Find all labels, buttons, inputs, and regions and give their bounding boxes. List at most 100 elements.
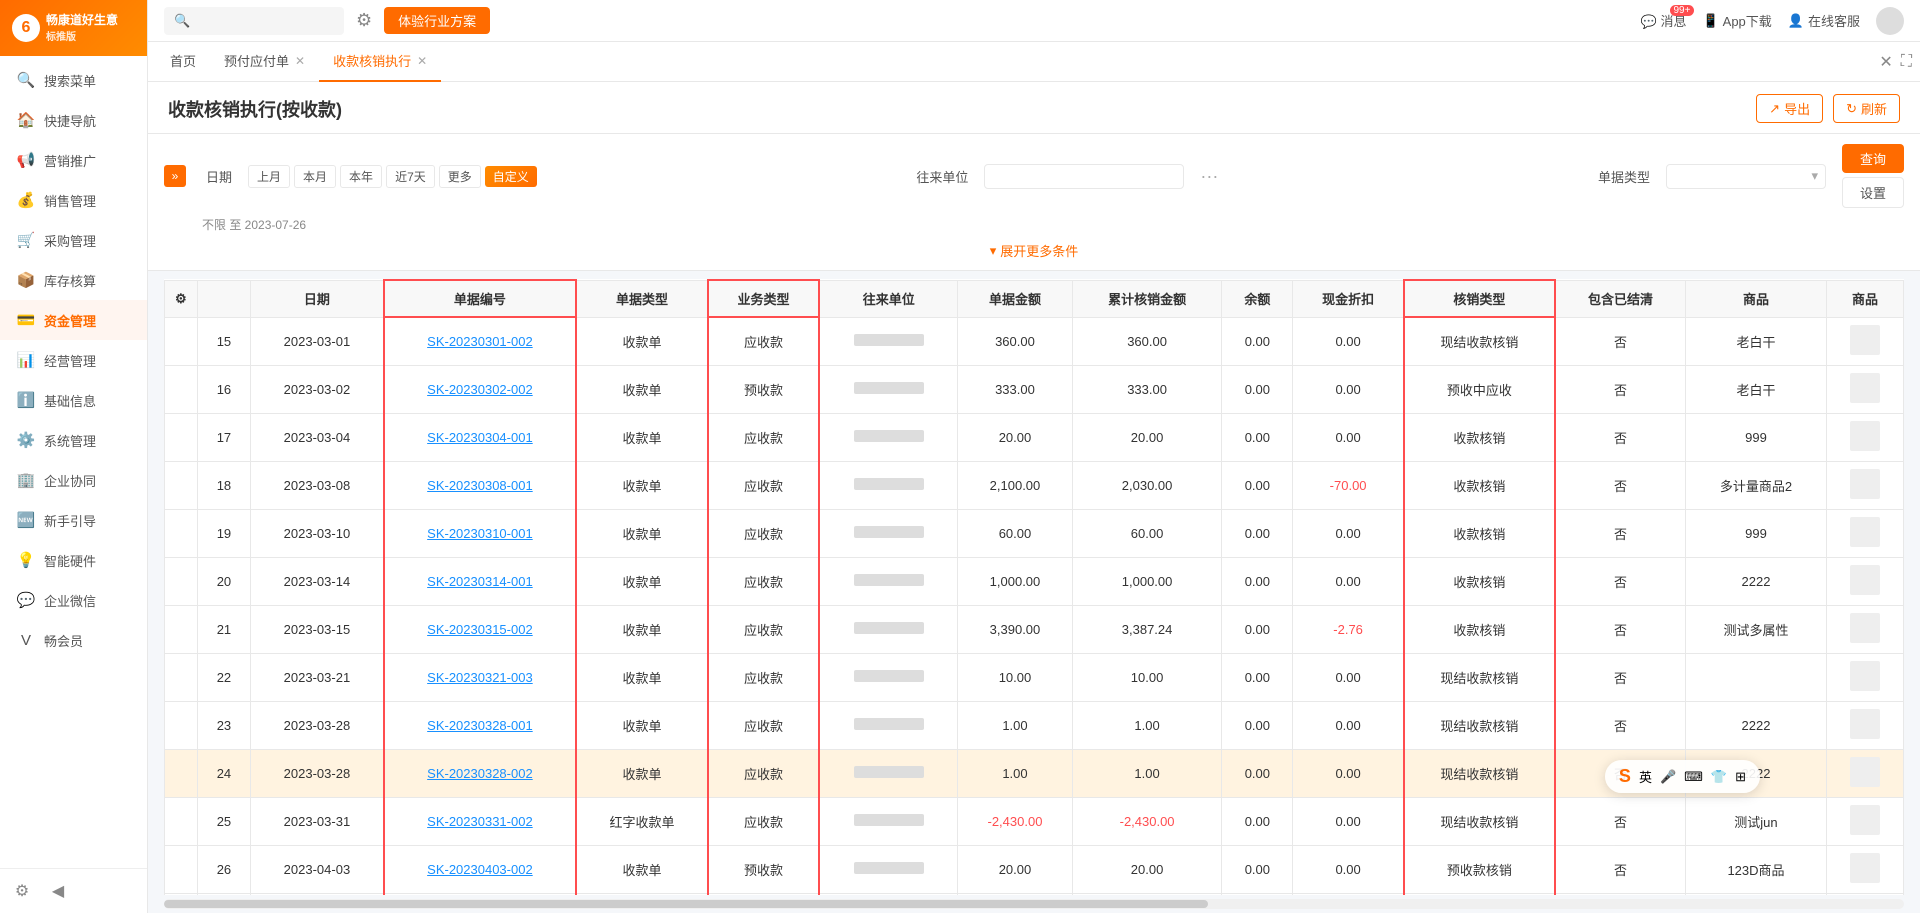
customer-service-btn[interactable]: 👤 在线客服 bbox=[1788, 11, 1860, 30]
th-balance: 余额 bbox=[1222, 280, 1293, 317]
sidebar-item-operation[interactable]: 📊经营管理 bbox=[0, 340, 147, 380]
collapse-icon[interactable]: ◀ bbox=[44, 877, 72, 905]
sidebar-item-inventory[interactable]: 📦库存核算 bbox=[0, 260, 147, 300]
voucher-type-select-wrap bbox=[1666, 164, 1826, 189]
filter-expand-icon[interactable]: » bbox=[164, 165, 186, 187]
cell-biz-type: 应收款 bbox=[708, 653, 820, 701]
voucher-link[interactable]: SK-20230321-003 bbox=[427, 670, 533, 685]
wm-shirt-icon[interactable]: 👕 bbox=[1711, 769, 1727, 785]
wm-text: 英 bbox=[1639, 767, 1652, 786]
date-more[interactable]: 更多 bbox=[439, 165, 481, 188]
table-scrollbar-thumb[interactable] bbox=[164, 900, 1208, 908]
cell-include-settled: 否 bbox=[1555, 797, 1686, 845]
cell-amount: 3,390.00 bbox=[958, 605, 1073, 653]
settings-button[interactable]: 设置 bbox=[1842, 177, 1904, 208]
sidebar-item-member[interactable]: V畅会员 bbox=[0, 620, 147, 660]
cell-settings bbox=[165, 557, 198, 605]
cell-row-num: 22 bbox=[197, 653, 251, 701]
tab-home[interactable]: 首页 bbox=[156, 42, 210, 82]
cell-settings bbox=[165, 797, 198, 845]
sidebar-label-sales: 销售管理 bbox=[44, 191, 96, 210]
wm-mic-icon[interactable]: 🎤 bbox=[1660, 769, 1676, 785]
solution-button[interactable]: 体验行业方案 bbox=[384, 7, 490, 34]
sidebar-item-quicknav[interactable]: 🏠快捷导航 bbox=[0, 100, 147, 140]
cell-partner bbox=[819, 797, 957, 845]
voucher-link[interactable]: SK-20230310-001 bbox=[427, 526, 533, 541]
date-this-year[interactable]: 本年 bbox=[340, 165, 382, 188]
sidebar-nav: 🔍搜索菜单🏠快捷导航📢营销推广💰销售管理🛒采购管理📦库存核算💳资金管理📊经营管理… bbox=[0, 56, 147, 868]
cell-partner bbox=[819, 749, 957, 797]
voucher-type-select[interactable] bbox=[1666, 164, 1826, 189]
table-area[interactable]: ⚙ 日期 单据编号 单据类型 业务类型 往来单位 单据金额 累计核销金额 余额 … bbox=[148, 271, 1920, 895]
sidebar-item-marketing[interactable]: 📢营销推广 bbox=[0, 140, 147, 180]
voucher-link[interactable]: SK-20230328-002 bbox=[427, 766, 533, 781]
sidebar-item-basic[interactable]: ℹ️基础信息 bbox=[0, 380, 147, 420]
partner-input[interactable] bbox=[984, 164, 1184, 189]
cell-cancel-type: 现结收款核销 bbox=[1404, 749, 1555, 797]
voucher-link[interactable]: SK-20230302-002 bbox=[427, 382, 533, 397]
settings-icon[interactable]: ⚙ bbox=[356, 10, 372, 31]
table-scrollbar[interactable] bbox=[164, 899, 1904, 909]
wm-grid-icon[interactable]: ⊞ bbox=[1735, 769, 1746, 785]
cell-date: 2023-03-14 bbox=[251, 557, 384, 605]
cell-product: 2222 bbox=[1686, 701, 1827, 749]
voucher-link[interactable]: SK-20230328-001 bbox=[427, 718, 533, 733]
cell-voucher-no: SK-20230403-002 bbox=[384, 845, 577, 893]
sidebar-item-search[interactable]: 🔍搜索菜单 bbox=[0, 60, 147, 100]
voucher-link[interactable]: SK-20230304-001 bbox=[427, 430, 533, 445]
voucher-link[interactable]: SK-20230314-001 bbox=[427, 574, 533, 589]
logo-name: 畅康道好生意 bbox=[46, 13, 118, 29]
tab-close-btn[interactable]: ✕ bbox=[1879, 52, 1892, 72]
query-button[interactable]: 查询 bbox=[1842, 144, 1904, 173]
voucher-link[interactable]: SK-20230308-001 bbox=[427, 478, 533, 493]
avatar[interactable] bbox=[1876, 7, 1904, 35]
voucher-link[interactable]: SK-20230301-002 bbox=[427, 334, 533, 349]
notification[interactable]: 💬 消息 99+ bbox=[1641, 11, 1687, 30]
expand-conditions-btn[interactable]: ▾ 展开更多条件 bbox=[990, 241, 1079, 260]
date-last-month[interactable]: 上月 bbox=[248, 165, 290, 188]
th-settings[interactable]: ⚙ bbox=[165, 280, 198, 317]
date-7days[interactable]: 近7天 bbox=[386, 165, 435, 188]
cell-settings bbox=[165, 701, 198, 749]
app-download-btn[interactable]: 📱 App下载 bbox=[1702, 11, 1771, 30]
refresh-button[interactable]: ↻ 刷新 bbox=[1833, 94, 1900, 123]
date-this-month[interactable]: 本月 bbox=[294, 165, 336, 188]
sidebar-item-finance[interactable]: 💳资金管理 bbox=[0, 300, 147, 340]
cell-voucher-type: 收款单 bbox=[576, 605, 707, 653]
refresh-icon: ↻ bbox=[1846, 101, 1857, 117]
sidebar-item-guide[interactable]: 🆕新手引导 bbox=[0, 500, 147, 540]
search-input[interactable] bbox=[196, 14, 334, 28]
sidebar-item-system[interactable]: ⚙️系统管理 bbox=[0, 420, 147, 460]
tab-receipt-close[interactable]: ✕ bbox=[417, 54, 427, 68]
date-custom-btn[interactable]: 自定义 bbox=[485, 166, 537, 187]
cell-amount: 20.00 bbox=[958, 413, 1073, 461]
export-button[interactable]: ↗ 导出 bbox=[1756, 94, 1823, 123]
filter-row-date-sub: 不限 至 2023-07-26 bbox=[164, 216, 1904, 233]
cell-biz-type: 预收款 bbox=[708, 845, 820, 893]
voucher-link[interactable]: SK-20230315-002 bbox=[427, 622, 533, 637]
sidebar-item-hardware[interactable]: 💡智能硬件 bbox=[0, 540, 147, 580]
tab-expand-btn[interactable]: ⛶ bbox=[1901, 53, 1912, 71]
sidebar-item-wechat[interactable]: 💬企业微信 bbox=[0, 580, 147, 620]
sidebar-item-purchase[interactable]: 🛒采购管理 bbox=[0, 220, 147, 260]
table-row: 18 2023-03-08 SK-20230308-001 收款单 应收款 2,… bbox=[165, 461, 1904, 509]
wm-keyboard-icon[interactable]: ⌨ bbox=[1684, 769, 1703, 785]
table-row: 22 2023-03-21 SK-20230321-003 收款单 应收款 10… bbox=[165, 653, 1904, 701]
settings-footer-icon[interactable]: ⚙ bbox=[8, 877, 36, 905]
sidebar-item-sales[interactable]: 💰销售管理 bbox=[0, 180, 147, 220]
cell-amount: 100.00 bbox=[958, 893, 1073, 895]
cell-product2 bbox=[1826, 893, 1903, 895]
cell-date: 2023-03-28 bbox=[251, 749, 384, 797]
voucher-link[interactable]: SK-20230331-002 bbox=[427, 814, 533, 829]
cell-amount: 360.00 bbox=[958, 317, 1073, 365]
tab-prepay-close[interactable]: ✕ bbox=[295, 54, 305, 68]
search-box[interactable]: 🔍 bbox=[164, 7, 344, 35]
cell-biz-type: 应收款 bbox=[708, 605, 820, 653]
sidebar-item-corp[interactable]: 🏢企业协同 bbox=[0, 460, 147, 500]
tab-receipt[interactable]: 收款核销执行 ✕ bbox=[319, 42, 441, 82]
cell-accum-amount: 3,387.24 bbox=[1072, 605, 1222, 653]
cell-amount: 1,000.00 bbox=[958, 557, 1073, 605]
tab-prepay[interactable]: 预付应付单 ✕ bbox=[210, 42, 319, 82]
filter-dots[interactable]: ··· bbox=[1200, 166, 1218, 187]
voucher-link[interactable]: SK-20230403-002 bbox=[427, 862, 533, 877]
